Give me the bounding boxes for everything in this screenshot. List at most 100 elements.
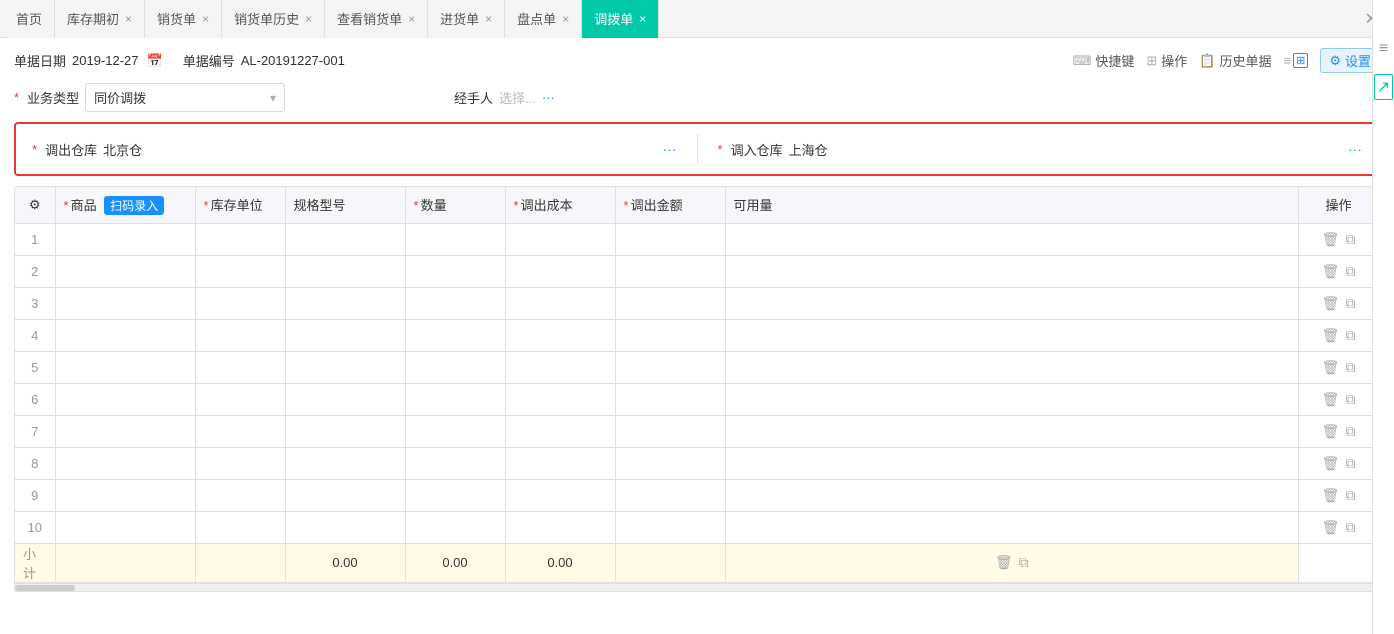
subtotal-available: [615, 543, 725, 582]
quick-key-icon: ⌨: [1073, 53, 1092, 69]
copy-row-icon[interactable]: ⧉: [1345, 487, 1355, 504]
subtotal-amount-cell: 0.00: [505, 543, 615, 582]
in-warehouse-label: 调入仓库: [731, 140, 783, 159]
cell-available: [725, 447, 1299, 479]
cell-product[interactable]: [55, 511, 195, 543]
date-group: 单据日期 2019-12-27 📅: [14, 51, 163, 70]
copy-row-icon[interactable]: ⧉: [1345, 327, 1355, 344]
table-row: 7 🗑 ⧉: [15, 415, 1379, 447]
row-number: 10: [15, 511, 55, 543]
tab-inventory-init[interactable]: 库存期初 ×: [55, 0, 145, 38]
cell-unit: [195, 287, 285, 319]
tab-inventory-check[interactable]: 盘点单 ×: [505, 0, 582, 38]
cell-qty: [405, 319, 505, 351]
cell-product[interactable]: [55, 319, 195, 351]
close-tab-transfer[interactable]: ×: [639, 12, 646, 26]
in-warehouse-required: *: [718, 142, 723, 157]
tab-transfer[interactable]: 调拨单 ×: [582, 0, 659, 38]
list-view-icon[interactable]: ≡: [1284, 53, 1292, 68]
cell-spec: [285, 479, 405, 511]
warehouse-divider: [697, 134, 698, 164]
col-available: 可用量: [725, 187, 1299, 223]
close-tab-inventory-init[interactable]: ×: [125, 12, 132, 26]
cell-actions: 🗑 ⧉: [1299, 383, 1379, 415]
delete-row-icon[interactable]: 🗑: [1322, 423, 1340, 440]
tab-home[interactable]: 首页: [8, 0, 55, 38]
close-tab-sales-order[interactable]: ×: [202, 12, 209, 26]
calendar-icon[interactable]: 📅: [147, 53, 163, 69]
delete-row-icon[interactable]: 🗑: [1322, 391, 1340, 408]
delete-row-icon[interactable]: 🗑: [1322, 455, 1340, 472]
cell-amount: [615, 511, 725, 543]
copy-row-icon[interactable]: ⧉: [1345, 295, 1355, 312]
row-number: 4: [15, 319, 55, 351]
cell-spec: [285, 383, 405, 415]
view-toggle: ≡ ⊞: [1284, 53, 1309, 68]
delete-row-icon[interactable]: 🗑: [1322, 487, 1340, 504]
in-warehouse-more[interactable]: ···: [1348, 141, 1362, 157]
row-number: 3: [15, 287, 55, 319]
copy-row-icon[interactable]: ⧉: [1345, 231, 1355, 248]
copy-row-icon[interactable]: ⧉: [1345, 519, 1355, 536]
copy-row-icon[interactable]: ⧉: [1345, 455, 1355, 472]
right-sidebar: ≡ ↗: [1372, 0, 1394, 634]
close-tab-sales-history[interactable]: ×: [305, 12, 312, 26]
content-area: 单据日期 2019-12-27 📅 单据编号 AL-20191227-001 ⌨…: [0, 38, 1394, 634]
operation-btn[interactable]: ⊞ 操作: [1146, 51, 1187, 70]
delete-row-icon[interactable]: 🗑: [1322, 295, 1340, 312]
cell-product[interactable]: [55, 223, 195, 255]
tab-sales-order[interactable]: 销货单 ×: [145, 0, 222, 38]
table-row: 小计 0.00 0.00 0.00 🗑 ⧉: [15, 543, 1379, 582]
delete-row-icon[interactable]: 🗑: [1322, 519, 1340, 536]
cell-qty: [405, 479, 505, 511]
out-warehouse-more[interactable]: ···: [663, 141, 677, 157]
copy-row-icon[interactable]: ⧉: [1345, 359, 1355, 376]
cell-cost: [505, 223, 615, 255]
cell-amount: [615, 319, 725, 351]
table-row: 5 🗑 ⧉: [15, 351, 1379, 383]
delete-row-icon[interactable]: 🗑: [1322, 359, 1340, 376]
cell-spec: [285, 351, 405, 383]
delete-row-icon[interactable]: 🗑: [1322, 231, 1340, 248]
copy-row-icon[interactable]: ⧉: [1345, 391, 1355, 408]
cell-amount: [615, 383, 725, 415]
handler-more-icon[interactable]: ···: [542, 90, 555, 105]
close-tab-view-sales[interactable]: ×: [408, 12, 415, 26]
cell-product[interactable]: [55, 447, 195, 479]
layout-wrapper: 单据日期 2019-12-27 📅 单据编号 AL-20191227-001 ⌨…: [0, 38, 1394, 634]
copy-icon[interactable]: ⧉: [1019, 554, 1029, 571]
tab-purchase-order[interactable]: 进货单 ×: [428, 0, 505, 38]
scroll-bar[interactable]: [15, 583, 1379, 591]
grid-view-icon[interactable]: ⊞: [1293, 53, 1308, 68]
delete-row-icon[interactable]: 🗑: [1322, 327, 1340, 344]
cell-spec: [285, 447, 405, 479]
copy-row-icon[interactable]: ⧉: [1345, 423, 1355, 440]
cell-unit: [195, 319, 285, 351]
cell-product[interactable]: [55, 351, 195, 383]
cell-product[interactable]: [55, 255, 195, 287]
scan-input-btn[interactable]: 扫码录入: [104, 196, 164, 215]
table-row: 2 🗑 ⧉: [15, 255, 1379, 287]
cell-product[interactable]: [55, 383, 195, 415]
gear-col-header[interactable]: ⚙: [15, 187, 55, 223]
copy-row-icon[interactable]: ⧉: [1345, 263, 1355, 280]
sidebar-link-icon[interactable]: ↗: [1374, 74, 1393, 100]
cell-unit: [195, 511, 285, 543]
handler-input[interactable]: 选择...: [499, 88, 536, 107]
history-btn[interactable]: 📋 历史单据: [1199, 51, 1271, 70]
cell-product[interactable]: [55, 415, 195, 447]
tab-sales-history[interactable]: 销货单历史 ×: [222, 0, 325, 38]
close-tab-purchase-order[interactable]: ×: [485, 12, 492, 26]
cell-qty: [405, 255, 505, 287]
delete-row-icon[interactable]: 🗑: [1322, 263, 1340, 280]
close-tab-inventory-check[interactable]: ×: [562, 12, 569, 26]
sidebar-list-icon[interactable]: ≡: [1379, 40, 1388, 58]
delete-icon[interactable]: 🗑: [995, 554, 1013, 571]
cell-product[interactable]: [55, 287, 195, 319]
quick-key-btn[interactable]: ⌨ 快捷键: [1073, 51, 1135, 70]
cell-amount: [615, 479, 725, 511]
cell-product[interactable]: [55, 479, 195, 511]
tab-view-sales[interactable]: 查看销货单 ×: [325, 0, 428, 38]
business-type-select[interactable]: 同价调拨 ▾: [85, 83, 285, 112]
cell-unit: [195, 479, 285, 511]
